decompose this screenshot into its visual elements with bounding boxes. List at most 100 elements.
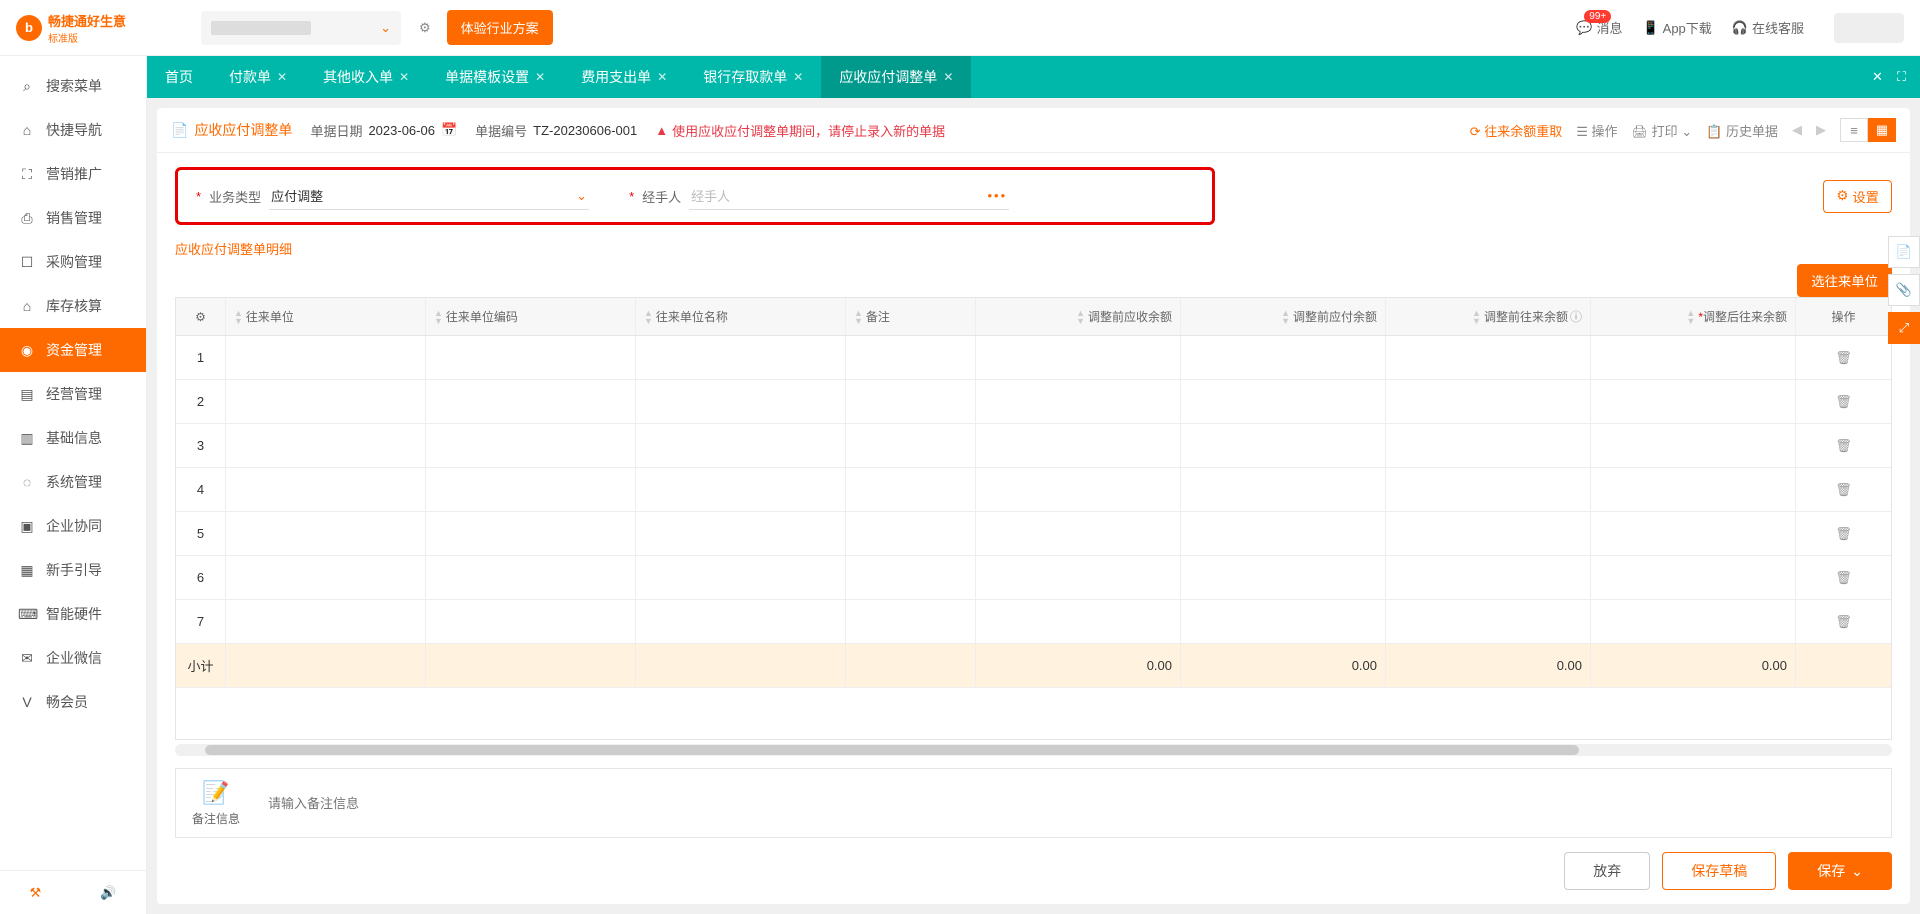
cell-before-payable[interactable]	[1181, 380, 1386, 423]
toolbox-icon[interactable]: ⚒	[30, 885, 42, 901]
th-before-receivable[interactable]: ▲▼调整前应收余额	[976, 298, 1181, 335]
trash-icon[interactable]: 🗑	[1835, 570, 1852, 586]
cell-before-balance[interactable]	[1386, 380, 1591, 423]
sound-icon[interactable]: 🔊	[100, 885, 116, 901]
cell-before-receivable[interactable]	[976, 424, 1181, 467]
sidebar-item-13[interactable]: ✉企业微信	[0, 636, 146, 680]
save-button[interactable]: 保存 ⌄	[1788, 852, 1892, 890]
cell-before-balance[interactable]	[1386, 424, 1591, 467]
trash-icon[interactable]: 🗑	[1835, 482, 1852, 498]
sidebar-item-11[interactable]: ▦新手引导	[0, 548, 146, 592]
cell-before-receivable[interactable]	[976, 512, 1181, 555]
cell-before-payable[interactable]	[1181, 468, 1386, 511]
operate-button[interactable]: ☰ 操作	[1576, 121, 1617, 140]
cell-before-balance[interactable]	[1386, 512, 1591, 555]
sidebar-item-2[interactable]: ⛶营销推广	[0, 152, 146, 196]
doc-date-value[interactable]: 2023-06-06	[368, 123, 435, 138]
cell-note[interactable]	[846, 556, 976, 599]
rail-expand-button[interactable]: ⤢	[1888, 312, 1920, 344]
fullscreen-icon[interactable]: ⛶	[1897, 69, 1906, 85]
cell-before-receivable[interactable]	[976, 600, 1181, 643]
cell-unit[interactable]	[226, 336, 426, 379]
table-row[interactable]: 5🗑	[176, 512, 1891, 556]
close-icon[interactable]: ✕	[793, 70, 803, 84]
cell-note[interactable]	[846, 600, 976, 643]
cell-note[interactable]	[846, 424, 976, 467]
avatar[interactable]	[1834, 13, 1904, 43]
settings-icon[interactable]: ⚙	[419, 20, 431, 36]
cell-before-balance[interactable]	[1386, 336, 1591, 379]
th-before-balance[interactable]: ▲▼调整前往来余额ⓘ	[1386, 298, 1591, 335]
more-icon[interactable]: •••	[988, 188, 1008, 203]
sidebar-item-4[interactable]: ☐采购管理	[0, 240, 146, 284]
trash-icon[interactable]: 🗑	[1835, 526, 1852, 542]
rail-note-button[interactable]: 📄	[1888, 236, 1920, 268]
close-icon[interactable]: ✕	[657, 70, 667, 84]
table-row[interactable]: 4🗑	[176, 468, 1891, 512]
cell-name[interactable]	[636, 424, 846, 467]
sidebar-item-10[interactable]: ▣企业协同	[0, 504, 146, 548]
cell-name[interactable]	[636, 512, 846, 555]
cell-before-payable[interactable]	[1181, 424, 1386, 467]
cell-name[interactable]	[636, 556, 846, 599]
settings-button[interactable]: ⚙ 设置	[1823, 180, 1892, 213]
cell-before-balance[interactable]	[1386, 556, 1591, 599]
company-select[interactable]: ⌄	[201, 11, 401, 45]
table-row[interactable]: 3🗑	[176, 424, 1891, 468]
cell-before-payable[interactable]	[1181, 336, 1386, 379]
sidebar-item-5[interactable]: ⌂库存核算	[0, 284, 146, 328]
cell-code[interactable]	[426, 424, 636, 467]
table-row[interactable]: 6🗑	[176, 556, 1891, 600]
print-button[interactable]: 🖨 打印 ⌄	[1632, 121, 1693, 140]
cell-after-balance[interactable]	[1591, 600, 1796, 643]
close-icon[interactable]: ✕	[277, 70, 287, 84]
cell-after-balance[interactable]	[1591, 512, 1796, 555]
table-row[interactable]: 7🗑	[176, 600, 1891, 644]
sidebar-item-7[interactable]: ▤经营管理	[0, 372, 146, 416]
prev-icon[interactable]: ◀	[1792, 122, 1802, 138]
trash-icon[interactable]: 🗑	[1835, 438, 1852, 454]
horizontal-scrollbar[interactable]	[175, 744, 1892, 756]
th-note[interactable]: ▲▼备注	[846, 298, 976, 335]
cell-unit[interactable]	[226, 468, 426, 511]
cell-note[interactable]	[846, 512, 976, 555]
cell-code[interactable]	[426, 556, 636, 599]
tab-4[interactable]: 费用支出单✕	[563, 56, 685, 98]
cell-name[interactable]	[636, 336, 846, 379]
close-icon[interactable]: ✕	[943, 70, 953, 84]
cell-after-balance[interactable]	[1591, 556, 1796, 599]
tab-1[interactable]: 付款单✕	[211, 56, 305, 98]
sidebar-item-6[interactable]: ◉资金管理	[0, 328, 146, 372]
cell-code[interactable]	[426, 380, 636, 423]
th-unit[interactable]: ▲▼往来单位	[226, 298, 426, 335]
cell-after-balance[interactable]	[1591, 424, 1796, 467]
cell-before-receivable[interactable]	[976, 380, 1181, 423]
table-row[interactable]: 2🗑	[176, 380, 1891, 424]
select-unit-button[interactable]: 选往来单位	[1797, 264, 1892, 297]
discard-button[interactable]: 放弃	[1564, 852, 1650, 890]
cell-after-balance[interactable]	[1591, 380, 1796, 423]
cell-code[interactable]	[426, 600, 636, 643]
sidebar-item-14[interactable]: V畅会员	[0, 680, 146, 724]
cell-code[interactable]	[426, 512, 636, 555]
cell-after-balance[interactable]	[1591, 468, 1796, 511]
tab-3[interactable]: 单据模板设置✕	[427, 56, 563, 98]
th-name[interactable]: ▲▼往来单位名称	[636, 298, 846, 335]
messages-button[interactable]: 💬 消息 99+	[1576, 18, 1622, 37]
cell-before-receivable[interactable]	[976, 556, 1181, 599]
remarks-input[interactable]	[256, 788, 1891, 819]
sidebar-item-0[interactable]: ⌕搜索菜单	[0, 64, 146, 108]
sidebar-item-3[interactable]: ⎙销售管理	[0, 196, 146, 240]
biz-type-select[interactable]: 应付调整 ⌄	[269, 182, 589, 210]
handler-input[interactable]: 经手人 •••	[689, 182, 1009, 210]
cell-after-balance[interactable]	[1591, 336, 1796, 379]
sidebar-item-9[interactable]: ◌系统管理	[0, 460, 146, 504]
tab-close-all-icon[interactable]: ✕	[1872, 69, 1883, 85]
calendar-icon[interactable]: 📅	[441, 122, 457, 138]
cell-code[interactable]	[426, 336, 636, 379]
cell-unit[interactable]	[226, 556, 426, 599]
sidebar-item-1[interactable]: ⌂快捷导航	[0, 108, 146, 152]
cell-code[interactable]	[426, 468, 636, 511]
close-icon[interactable]: ✕	[535, 70, 545, 84]
cell-name[interactable]	[636, 468, 846, 511]
